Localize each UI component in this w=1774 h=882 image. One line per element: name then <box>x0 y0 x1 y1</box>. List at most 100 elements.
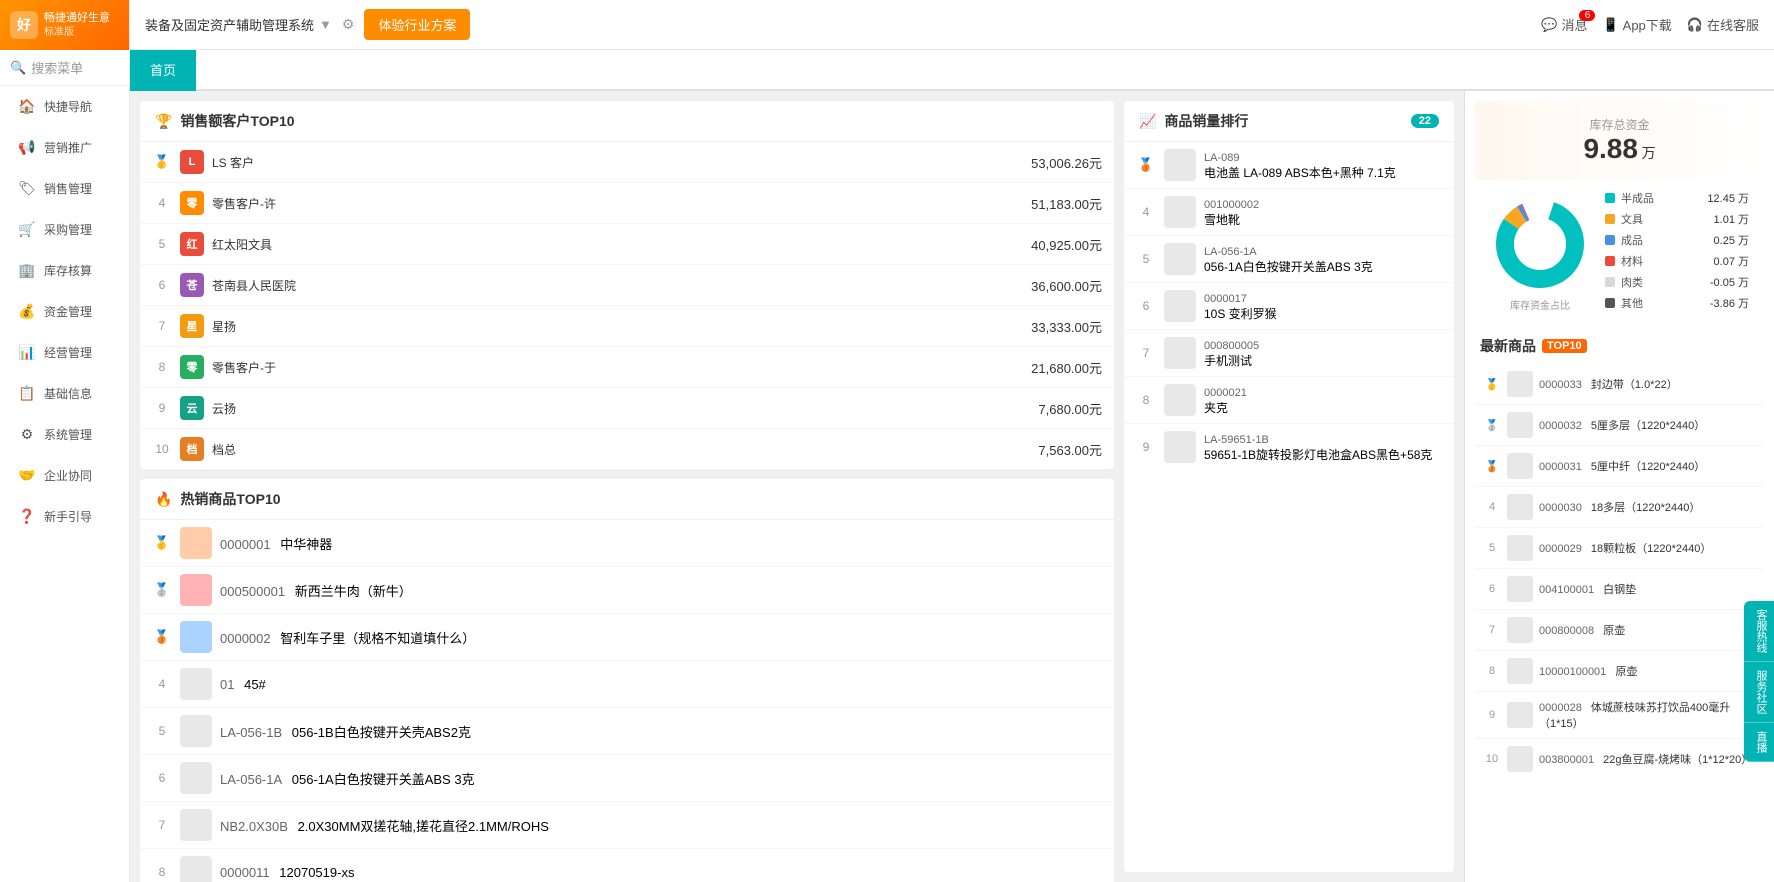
list-item: 5 LA-056-1B 056-1B白色按键开关壳ABS2克 <box>140 708 1114 755</box>
operations-icon: 📊 <box>18 344 36 361</box>
rank-1-icon: 🥇 <box>152 535 172 551</box>
product-info: 01 45# <box>220 677 1102 692</box>
app-download-button[interactable]: 📱 App下载 <box>1602 15 1671 34</box>
list-item: 4 零 零售客户-许 51,183.00元 <box>140 183 1114 224</box>
sidebar-item-collab[interactable]: 🤝 企业协同 <box>0 455 129 496</box>
guide-icon: ❓ <box>18 508 36 525</box>
product-info: 000800008 原壶 <box>1539 622 1756 638</box>
sidebar-item-sales[interactable]: 🏷 销售管理 <box>0 168 129 209</box>
sidebar-item-purchase[interactable]: 🛒 采购管理 <box>0 209 129 250</box>
product-thumbnail <box>180 856 212 882</box>
product-thumbnail <box>1507 702 1533 728</box>
hot-products-header: 🔥 热销商品TOP10 <box>140 479 1114 520</box>
sidebar-item-basics[interactable]: 📋 基础信息 <box>0 373 129 414</box>
search-icon: 🔍 <box>10 60 26 76</box>
product-info: 0000030 18多层（1220*2440） <box>1539 499 1756 515</box>
avatar: 档 <box>180 437 204 461</box>
product-thumbnail <box>1507 658 1533 684</box>
product-thumbnail <box>1507 494 1533 520</box>
legend-item: 半成品 12.45 万 <box>1605 190 1749 206</box>
sidebar-item-home[interactable]: 🏠 快捷导航 <box>0 86 129 127</box>
product-info: LA-056-1B 056-1B白色按键开关壳ABS2克 <box>220 722 1102 741</box>
inventory-total: 库存总资金 9.88 万 <box>1475 101 1764 180</box>
legend-dot <box>1605 193 1615 203</box>
product-thumbnail <box>180 668 212 700</box>
product-thumbnail <box>1507 371 1533 397</box>
avatar: 星 <box>180 314 204 338</box>
list-item: 🥇 0000033 封边带（1.0*22） <box>1475 364 1764 405</box>
inventory-chart-section: 库存资金占比 半成品 12.45 万 文具 1.01 万 <box>1475 180 1764 326</box>
product-thumbnail <box>1164 337 1196 369</box>
product-thumbnail <box>1164 384 1196 416</box>
list-item: 9 云 云扬 7,680.00元 <box>140 388 1114 429</box>
online-service-button[interactable]: 🎧 在线客服 <box>1687 15 1759 34</box>
list-item: 5 红 红太阳文具 40,925.00元 <box>140 224 1114 265</box>
product-info: 0000029 18颗粒板（1220*2440） <box>1539 540 1756 556</box>
main-content: 装备及固定资产辅助管理系统 ▼ ⚙ 体验行业方案 💬 消息 6 📱 App下载 … <box>130 0 1774 882</box>
customer-top10-card: 🏆 销售额客户TOP10 🥇 L LS 客户 53,006.26元 <box>140 101 1114 469</box>
product-thumbnail <box>1164 196 1196 228</box>
sidebar-item-system[interactable]: ⚙ 系统管理 <box>0 414 129 455</box>
sales-icon: 🏷 <box>18 180 36 197</box>
product-ranking-card: 📈 商品销量排行 22 🥉 LA-089 电池盖 LA-089 ABS本色+黑种… <box>1124 101 1454 872</box>
messages-button[interactable]: 💬 消息 6 <box>1541 15 1587 34</box>
basics-icon: 📋 <box>18 385 36 402</box>
logo-text: 畅捷通好生意 标准版 <box>44 11 110 38</box>
home-icon: 🏠 <box>18 98 36 115</box>
inventory-legend: 半成品 12.45 万 文具 1.01 万 成品 0.25 万 <box>1605 190 1749 316</box>
customer-service-button[interactable]: 客服热线 <box>1744 601 1774 662</box>
product-info: LA-59651-1B 59651-1B旋转投影灯电池盒ABS黑色+58克 <box>1204 431 1442 463</box>
avatar: 云 <box>180 396 204 420</box>
trial-button[interactable]: 体验行业方案 <box>364 9 470 40</box>
customer-list: 🥇 L LS 客户 53,006.26元 4 零 零售客户-许 51,183.0… <box>140 142 1114 469</box>
sidebar-item-finance[interactable]: 💰 资金管理 <box>0 291 129 332</box>
product-info: LA-056-1A 056-1A白色按键开关盖ABS 3克 <box>1204 243 1442 275</box>
product-ranking-list: 🥉 LA-089 电池盖 LA-089 ABS本色+黑种 7.1克 4 <box>1124 142 1454 470</box>
product-info: 0000002 智利车子里（规格不知道填什么） <box>220 628 1102 647</box>
list-item: 4 01 45# <box>140 661 1114 708</box>
product-thumbnail <box>1164 149 1196 181</box>
rank-medal-1: 🥇 <box>152 154 172 170</box>
list-item: 🥉 LA-089 电池盖 LA-089 ABS本色+黑种 7.1克 <box>1124 142 1454 189</box>
sidebar-menu: 🏠 快捷导航 📢 营销推广 🏷 销售管理 🛒 采购管理 🏢 库存核算 💰 资金管… <box>0 86 129 882</box>
list-item: 🥇 L LS 客户 53,006.26元 <box>140 142 1114 183</box>
sidebar-item-guide[interactable]: ❓ 新手引导 <box>0 496 129 537</box>
float-bar: 客服热线 服务社区 直播 <box>1744 601 1774 762</box>
product-thumbnail <box>1507 617 1533 643</box>
avatar: 零 <box>180 191 204 215</box>
rank-2-icon: 🥈 <box>152 582 172 598</box>
collab-icon: 🤝 <box>18 467 36 484</box>
product-thumbnail <box>1507 746 1533 772</box>
column-1: 🏆 销售额客户TOP10 🥇 L LS 客户 53,006.26元 <box>130 91 1124 882</box>
list-item: 6 LA-056-1A 056-1A白色按键开关盖ABS 3克 <box>140 755 1114 802</box>
sidebar-item-inventory[interactable]: 🏢 库存核算 <box>0 250 129 291</box>
topbar-title: 装备及固定资产辅助管理系统 ▼ <box>145 15 332 34</box>
product-thumbnail <box>1164 290 1196 322</box>
product-info: 000500001 新西兰牛肉（新牛） <box>220 581 1102 600</box>
product-thumbnail <box>1507 576 1533 602</box>
list-item: 7 NB2.0X30B 2.0X30MM双搓花轴,搓花直径2.1MM/ROHS <box>140 802 1114 849</box>
live-button[interactable]: 直播 <box>1744 723 1774 762</box>
product-thumbnail <box>180 574 212 606</box>
list-item: 10 003800001 22g鱼豆腐-烧烤味（1*12*20） <box>1475 739 1764 779</box>
sidebar-item-marketing[interactable]: 📢 营销推广 <box>0 127 129 168</box>
logo: 好 畅捷通好生意 标准版 <box>0 0 129 50</box>
inventory-icon: 🏢 <box>18 262 36 279</box>
tab-home[interactable]: 首页 <box>130 50 196 91</box>
nav-tabs: 首页 <box>130 50 1774 91</box>
product-info: 001000002 雪地靴 <box>1204 196 1442 228</box>
product-info: 0000011 12070519-xs <box>220 865 1102 880</box>
list-item: 6 0000017 10S 变利罗猴 <box>1124 283 1454 330</box>
community-button[interactable]: 服务社区 <box>1744 662 1774 723</box>
customer-top10-header: 🏆 销售额客户TOP10 <box>140 101 1114 142</box>
chevron-down-icon[interactable]: ▼ <box>319 17 332 32</box>
sidebar: 好 畅捷通好生意 标准版 🔍 搜索菜单 🏠 快捷导航 📢 营销推广 🏷 销售管理… <box>0 0 130 882</box>
gear-icon[interactable]: ⚙ <box>342 16 355 33</box>
search-menu[interactable]: 🔍 搜索菜单 <box>0 50 129 86</box>
product-info: 0000017 10S 变利罗猴 <box>1204 290 1442 322</box>
topbar-right: 💬 消息 6 📱 App下载 🎧 在线客服 <box>1541 15 1759 34</box>
avatar: 红 <box>180 232 204 256</box>
message-icon: 💬 <box>1541 17 1557 33</box>
legend-item: 肉类 -0.05 万 <box>1605 274 1749 290</box>
sidebar-item-operations[interactable]: 📊 经营管理 <box>0 332 129 373</box>
